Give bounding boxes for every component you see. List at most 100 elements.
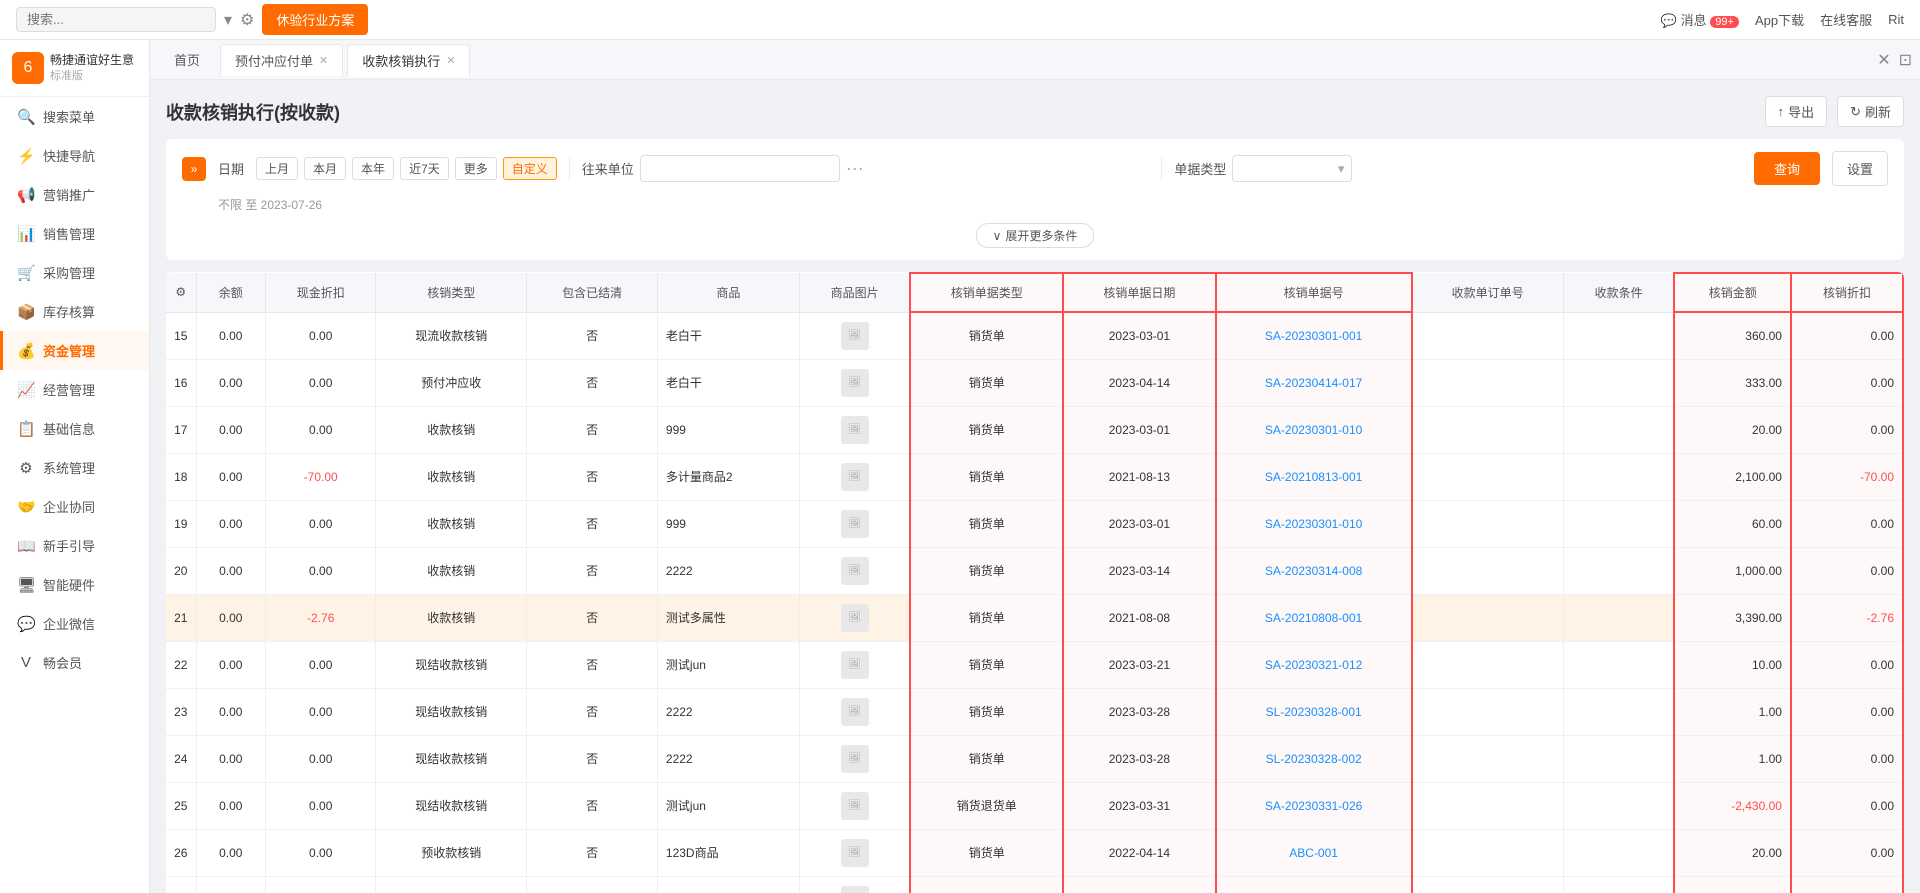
sidebar-item-1[interactable]: ⚡快捷导航 [0, 136, 149, 175]
sidebar-item-9[interactable]: ⚙系统管理 [0, 448, 149, 487]
counterparty-input[interactable] [640, 155, 840, 182]
date-btn-7days[interactable]: 近7天 [400, 157, 449, 180]
online-service-link[interactable]: 在线客服 [1820, 10, 1872, 29]
sidebar-item-2[interactable]: 📢营销推广 [0, 175, 149, 214]
expand-more-btn[interactable]: ∨ 展开更多条件 [976, 223, 1095, 248]
bill-no-link[interactable]: SA-20230314-008 [1265, 564, 1362, 578]
td-bill-no[interactable]: SA-20230414-017 [1216, 359, 1412, 406]
counterparty-field: 往来单位 ··· [582, 155, 1150, 182]
td-bill-date: 2023-04-08 [1063, 876, 1216, 893]
td-bill-category: 销货单 [910, 641, 1063, 688]
counterparty-dots[interactable]: ··· [846, 158, 864, 179]
sidebar-item-12[interactable]: 🖥智能硬件 [0, 565, 149, 604]
bill-no-link[interactable]: SA-20230321-012 [1265, 658, 1362, 672]
td-bill-no[interactable]: SL-20230328-001 [1216, 688, 1412, 735]
settings-filter-btn[interactable]: 设置 [1832, 151, 1888, 186]
td-num: 22 [166, 641, 196, 688]
date-btn-last-month[interactable]: 上月 [256, 157, 298, 180]
td-bill-no[interactable]: SL-20230328-002 [1216, 735, 1412, 782]
tab-receipt-cancel-close[interactable]: ✕ [446, 54, 455, 67]
dropdown-icon[interactable]: ▾ [224, 10, 232, 30]
filter-expand-btn[interactable]: » [182, 157, 206, 181]
logo-text: 畅捷通谊好生意 标准版 [50, 52, 134, 84]
bill-no-link[interactable]: SA-20230414-017 [1265, 376, 1362, 390]
bill-no-link[interactable]: ABC-001 [1289, 846, 1338, 860]
bill-type-select[interactable] [1232, 155, 1352, 182]
td-bill-no[interactable]: ABC-001 [1216, 829, 1412, 876]
bill-no-link[interactable]: SA-20230301-010 [1265, 517, 1362, 531]
td-bill-no[interactable]: SA-20210808-001 [1216, 594, 1412, 641]
sidebar-item-10[interactable]: 🤝企业协同 [0, 487, 149, 526]
notification-area[interactable]: 💬 消息 99+ [1661, 10, 1739, 29]
td-bill-no[interactable]: SA-20230314-008 [1216, 547, 1412, 594]
sidebar-item-6[interactable]: 💰资金管理 [0, 331, 149, 370]
date-btn-custom[interactable]: 自定义 [503, 157, 557, 180]
sidebar-item-5[interactable]: 📦库存核算 [0, 292, 149, 331]
table-body: 15 0.00 0.00 现流收款核销 否 老白干 🖼 销货单 2023-03-… [166, 312, 1903, 893]
tab-prepayment-close[interactable]: ✕ [319, 54, 328, 67]
td-bill-category: 销货单 [910, 500, 1063, 547]
sidebar-item-4[interactable]: 🛒采购管理 [0, 253, 149, 292]
td-bill-no[interactable]: SL-20230408-001 [1216, 876, 1412, 893]
product-img: 🖼 [841, 604, 869, 632]
sidebar-label-13: 企业微信 [43, 614, 95, 633]
bill-no-link[interactable]: SA-20230301-010 [1265, 423, 1362, 437]
tab-receipt-cancel[interactable]: 收款核销执行 ✕ [347, 44, 470, 77]
sidebar-label-12: 智能硬件 [43, 575, 95, 594]
bill-no-link[interactable]: SL-20230328-001 [1266, 705, 1362, 719]
query-btn[interactable]: 查询 [1754, 152, 1820, 185]
bill-no-link[interactable]: SL-20230328-002 [1266, 752, 1362, 766]
td-bill-no[interactable]: SA-20230331-026 [1216, 782, 1412, 829]
td-product-img: 🖼 [799, 312, 910, 359]
settings-icon[interactable]: ⚙ [240, 10, 254, 30]
td-receipt-condition [1563, 594, 1674, 641]
th-settings[interactable]: ⚙ [166, 273, 196, 312]
sidebar-icon-14: V [17, 654, 35, 671]
td-product-img: 🖼 [799, 735, 910, 782]
sidebar-item-11[interactable]: 📖新手引导 [0, 526, 149, 565]
sidebar-item-8[interactable]: 📋基础信息 [0, 409, 149, 448]
td-bill-no[interactable]: SA-20230321-012 [1216, 641, 1412, 688]
app-download-link[interactable]: App下载 [1755, 10, 1804, 29]
sidebar-item-7[interactable]: 📈经营管理 [0, 370, 149, 409]
td-bill-date: 2023-03-01 [1063, 406, 1216, 453]
date-btn-this-year[interactable]: 本年 [352, 157, 394, 180]
td-receipt-order-no [1412, 876, 1564, 893]
bill-no-link[interactable]: SA-20210808-001 [1265, 611, 1362, 625]
product-img: 🖼 [841, 510, 869, 538]
window-close-icon[interactable]: ✕ [1877, 50, 1890, 70]
td-bill-no[interactable]: SA-20210813-001 [1216, 453, 1412, 500]
export-btn[interactable]: ↑ 导出 [1765, 96, 1828, 127]
top-search-input[interactable] [16, 7, 216, 32]
sidebar-item-3[interactable]: 📊销售管理 [0, 214, 149, 253]
bill-no-link[interactable]: SA-20230331-026 [1265, 799, 1362, 813]
tab-home[interactable]: 首页 [158, 44, 216, 75]
td-bill-no[interactable]: SA-20230301-010 [1216, 500, 1412, 547]
date-btn-more[interactable]: 更多 [455, 157, 497, 180]
table-row: 23 0.00 0.00 现结收款核销 否 2222 🖼 销货单 2023-03… [166, 688, 1903, 735]
bill-no-link[interactable]: SA-20230301-001 [1265, 329, 1362, 343]
refresh-btn[interactable]: ↻ 刷新 [1837, 96, 1904, 127]
td-include-settled: 否 [527, 876, 658, 893]
td-include-settled: 否 [527, 782, 658, 829]
td-cancel-type: 收款核销 [376, 547, 527, 594]
solution-btn[interactable]: 休验行业方案 [262, 4, 368, 35]
th-bill-no: 核销单据号 [1216, 273, 1412, 312]
td-product-img: 🖼 [799, 406, 910, 453]
bill-no-link[interactable]: SA-20210813-001 [1265, 470, 1362, 484]
table-row: 24 0.00 0.00 现结收款核销 否 2222 🖼 销货单 2023-03… [166, 735, 1903, 782]
td-bill-no[interactable]: SA-20230301-010 [1216, 406, 1412, 453]
tab-prepayment[interactable]: 预付冲应付单 ✕ [220, 44, 343, 76]
td-product: 衣服00001 [657, 876, 799, 893]
sidebar-label-10: 企业协同 [43, 497, 95, 516]
table-row: 25 0.00 0.00 现结收款核销 否 测试jun 🖼 销货退货单 2023… [166, 782, 1903, 829]
td-bill-no[interactable]: SA-20230301-001 [1216, 312, 1412, 359]
sidebar-item-14[interactable]: V畅会员 [0, 643, 149, 682]
td-cancel-amount: 1.00 [1674, 688, 1791, 735]
sidebar-item-13[interactable]: 💬企业微信 [0, 604, 149, 643]
td-balance: 0.00 [196, 500, 266, 547]
td-cancel-type: 收款核销 [376, 500, 527, 547]
sidebar-item-0[interactable]: 🔍搜索菜单 [0, 97, 149, 136]
date-btn-this-month[interactable]: 本月 [304, 157, 346, 180]
window-maximize-icon[interactable]: ⊡ [1899, 50, 1912, 70]
